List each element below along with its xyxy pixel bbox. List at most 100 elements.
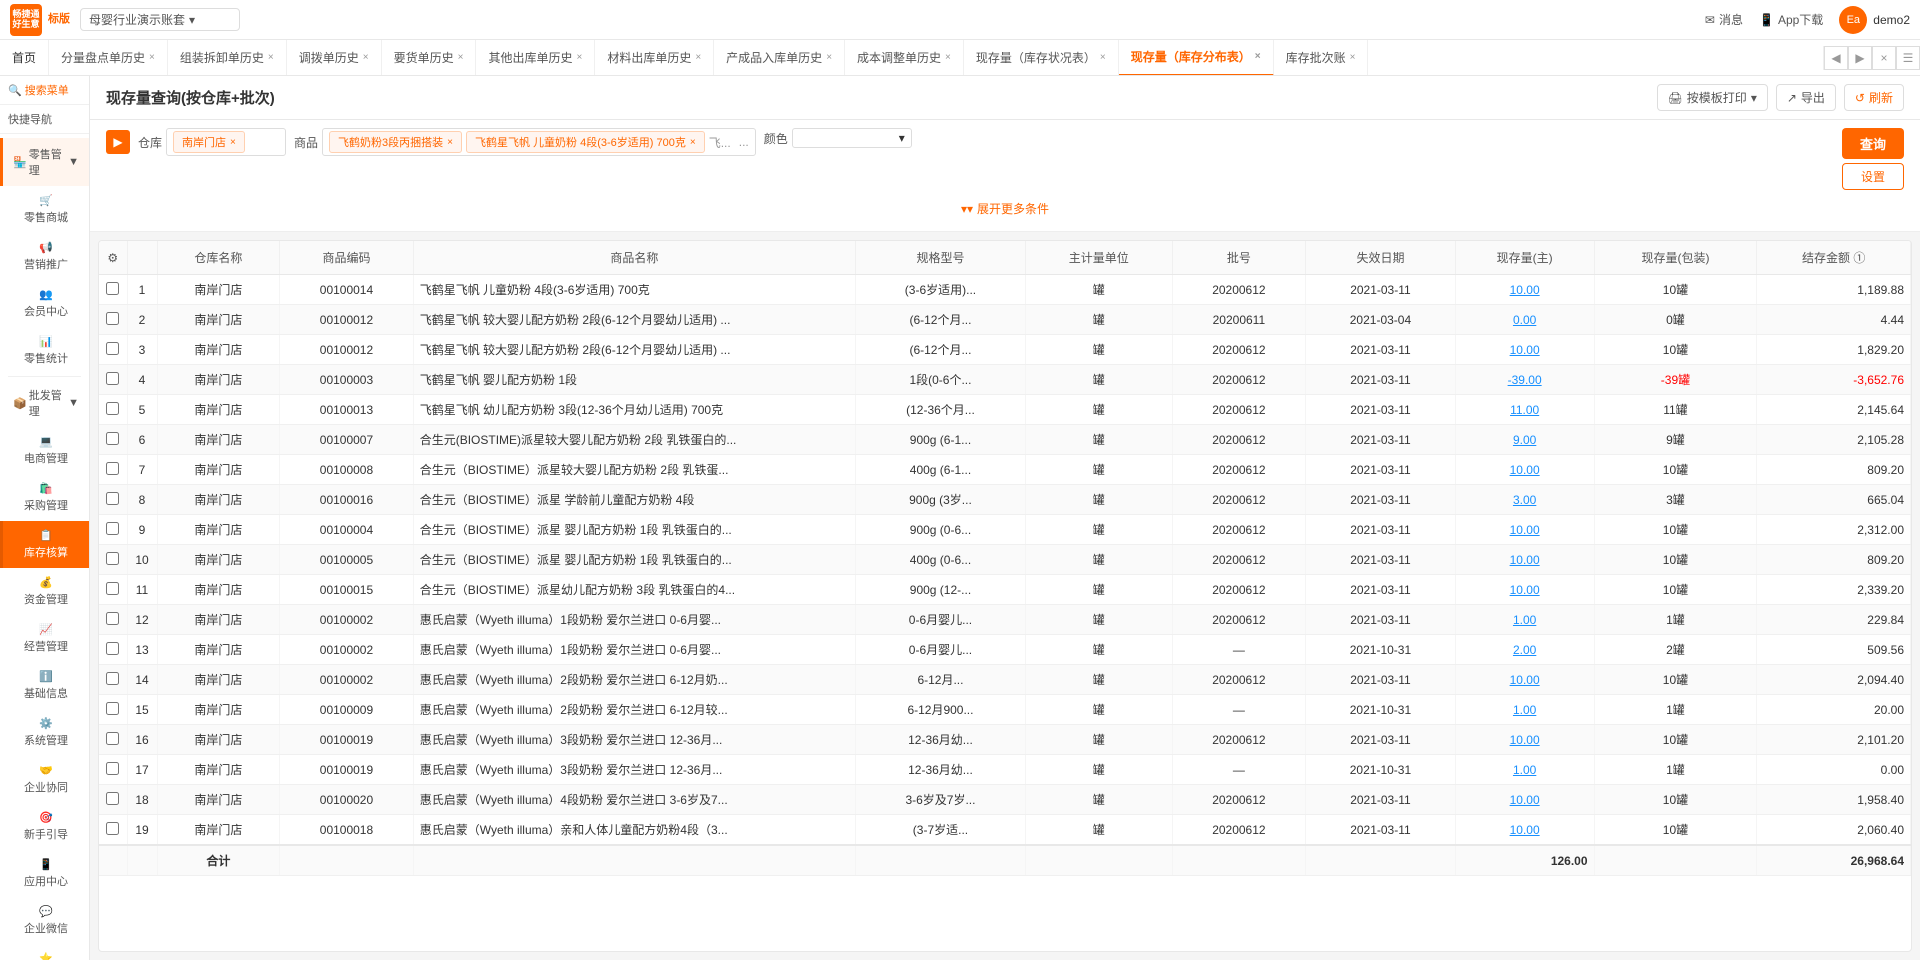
cell-stock-main[interactable]: 10.00 [1455, 815, 1594, 846]
tab-batch-ledger[interactable]: 库存批次账 × [1274, 40, 1369, 76]
tab-close-icon[interactable]: × [826, 52, 832, 63]
quick-nav-button[interactable]: 快捷导航 [0, 105, 89, 134]
cell-stock-main[interactable]: 1.00 [1455, 695, 1594, 725]
product-tag-2[interactable]: 飞鹤星飞帆 儿童奶粉 4段(3-6岁适用) 700克 × [466, 131, 705, 153]
tab-prev-button[interactable]: ◀ [1824, 46, 1848, 70]
tab-stock-status[interactable]: 现存量（库存状况表） × [964, 40, 1119, 76]
cell-checkbox[interactable] [99, 635, 127, 665]
tab-disassemble[interactable]: 组装拆卸单历史 × [168, 40, 287, 76]
sidebar-item-members[interactable]: 👥 会员中心 [0, 280, 89, 327]
cell-stock-main[interactable]: 0.00 [1455, 305, 1594, 335]
refresh-button[interactable]: ↺ 刷新 [1844, 84, 1904, 111]
cell-stock-main[interactable]: 10.00 [1455, 665, 1594, 695]
tab-close-icon[interactable]: × [1100, 52, 1106, 63]
tab-close-icon[interactable]: × [149, 52, 155, 63]
sidebar-item-collab[interactable]: 🤝 企业协同 [0, 756, 89, 803]
sidebar-item-vip[interactable]: ⭐ 畅会员 [0, 944, 89, 960]
th-batch[interactable]: 批号 [1172, 241, 1306, 275]
th-warehouse[interactable]: 仓库名称 [157, 241, 280, 275]
cell-checkbox[interactable] [99, 275, 127, 305]
cell-checkbox[interactable] [99, 455, 127, 485]
sidebar-item-wechat[interactable]: 💬 企业微信 [0, 897, 89, 944]
cell-stock-main[interactable]: 10.00 [1455, 515, 1594, 545]
tab-menu-button[interactable]: ☰ [1896, 46, 1920, 70]
export-button[interactable]: ↗ 导出 [1776, 84, 1836, 111]
remove-product-tag-2[interactable]: × [690, 137, 696, 148]
tab-close-icon[interactable]: × [695, 52, 701, 63]
cell-stock-main[interactable]: 10.00 [1455, 575, 1594, 605]
cell-checkbox[interactable] [99, 695, 127, 725]
cell-checkbox[interactable] [99, 545, 127, 575]
cell-checkbox[interactable] [99, 725, 127, 755]
tab-close-current-button[interactable]: × [1872, 46, 1896, 70]
tab-close-icon[interactable]: × [1255, 51, 1261, 62]
tab-next-button[interactable]: ▶ [1848, 46, 1872, 70]
sidebar-item-inventory[interactable]: 📋 库存核算 [0, 521, 89, 568]
tab-material-out[interactable]: 材料出库单历史 × [595, 40, 714, 76]
cell-stock-main[interactable]: 10.00 [1455, 275, 1594, 305]
cell-checkbox[interactable] [99, 305, 127, 335]
tab-close-icon[interactable]: × [1350, 52, 1356, 63]
expand-conditions-button[interactable]: ▾▾ 展开更多条件 [961, 200, 1049, 217]
cell-checkbox[interactable] [99, 335, 127, 365]
cell-stock-main[interactable]: 11.00 [1455, 395, 1594, 425]
settings-button[interactable]: 设置 [1842, 163, 1904, 190]
cell-stock-main[interactable]: -39.00 [1455, 365, 1594, 395]
cell-stock-main[interactable]: 9.00 [1455, 425, 1594, 455]
tab-product-in[interactable]: 产成品入库单历史 × [714, 40, 845, 76]
sidebar-item-finance[interactable]: 💰 资金管理 [0, 568, 89, 615]
cell-checkbox[interactable] [99, 515, 127, 545]
sidebar-item-apps[interactable]: 📱 应用中心 [0, 850, 89, 897]
cell-stock-main[interactable]: 10.00 [1455, 785, 1594, 815]
cell-checkbox[interactable] [99, 395, 127, 425]
query-button[interactable]: 查询 [1842, 128, 1904, 159]
sidebar-item-guide[interactable]: 🎯 新手引导 [0, 803, 89, 850]
warehouse-tag-nanshan[interactable]: 南岸门店 × [173, 131, 245, 153]
color-input[interactable]: ▾ [792, 128, 912, 148]
product-tags-container[interactable]: 飞鹤奶粉3段丙捆搭装 × 飞鹤星飞帆 儿童奶粉 4段(3-6岁适用) 700克 … [322, 128, 756, 156]
tab-close-icon[interactable]: × [268, 52, 274, 63]
tab-close-icon[interactable]: × [458, 52, 464, 63]
cell-stock-main[interactable]: 10.00 [1455, 545, 1594, 575]
filter-expand-toggle[interactable]: ▶ [106, 130, 130, 154]
cell-stock-main[interactable]: 2.00 [1455, 635, 1594, 665]
cell-checkbox[interactable] [99, 605, 127, 635]
th-product-code[interactable]: 商品编码 [280, 241, 414, 275]
tab-home[interactable]: 首页 [0, 40, 49, 76]
th-settings[interactable]: ⚙ [99, 241, 127, 275]
search-menu-button[interactable]: 🔍 搜索菜单 [0, 76, 89, 105]
cell-checkbox[interactable] [99, 485, 127, 515]
th-spec[interactable]: 规格型号 [856, 241, 1026, 275]
cell-checkbox[interactable] [99, 785, 127, 815]
cell-stock-main[interactable]: 10.00 [1455, 335, 1594, 365]
th-closing-amt[interactable]: 结存金额 ① [1757, 241, 1911, 275]
tab-close-icon[interactable]: × [363, 52, 369, 63]
company-selector[interactable]: 母婴行业演示账套 ▾ [80, 8, 240, 31]
sidebar-item-retail-mgmt[interactable]: 🏪 零售管理 ▼ [0, 138, 89, 186]
message-button[interactable]: ✉ 消息 [1705, 11, 1743, 28]
tab-close-icon[interactable]: × [576, 52, 582, 63]
remove-product-tag-1[interactable]: × [447, 137, 453, 148]
sidebar-item-system[interactable]: ⚙️ 系统管理 [0, 709, 89, 756]
warehouse-tags-container[interactable]: 南岸门店 × [166, 128, 286, 156]
tab-close-icon[interactable]: × [945, 52, 951, 63]
cell-stock-main[interactable]: 3.00 [1455, 485, 1594, 515]
cell-checkbox[interactable] [99, 665, 127, 695]
th-product-name[interactable]: 商品名称 [413, 241, 855, 275]
cell-checkbox[interactable] [99, 815, 127, 846]
template-print-button[interactable]: 🖨 按模板打印 ▾ [1657, 84, 1768, 111]
cell-stock-main[interactable]: 10.00 [1455, 455, 1594, 485]
cell-stock-main[interactable]: 1.00 [1455, 755, 1594, 785]
sidebar-item-purchase[interactable]: 🛍️ 采购管理 [0, 474, 89, 521]
th-unit[interactable]: 主计量单位 [1025, 241, 1172, 275]
cell-checkbox[interactable] [99, 755, 127, 785]
product-tag-1[interactable]: 飞鹤奶粉3段丙捆搭装 × [329, 131, 462, 153]
tab-stock-dist[interactable]: 现存量（库存分布表） × [1119, 40, 1274, 76]
sidebar-item-marketing[interactable]: 📢 营销推广 [0, 233, 89, 280]
sidebar-item-wholesale[interactable]: 📦 批发管理 ▼ [0, 379, 89, 427]
th-stock-pkg[interactable]: 现存量(包装) [1594, 241, 1757, 275]
cell-checkbox[interactable] [99, 575, 127, 605]
th-stock-main[interactable]: 现存量(主) [1455, 241, 1594, 275]
tab-cost-adjust[interactable]: 成本调整单历史 × [845, 40, 964, 76]
download-button[interactable]: 📱 App下载 [1759, 11, 1823, 28]
